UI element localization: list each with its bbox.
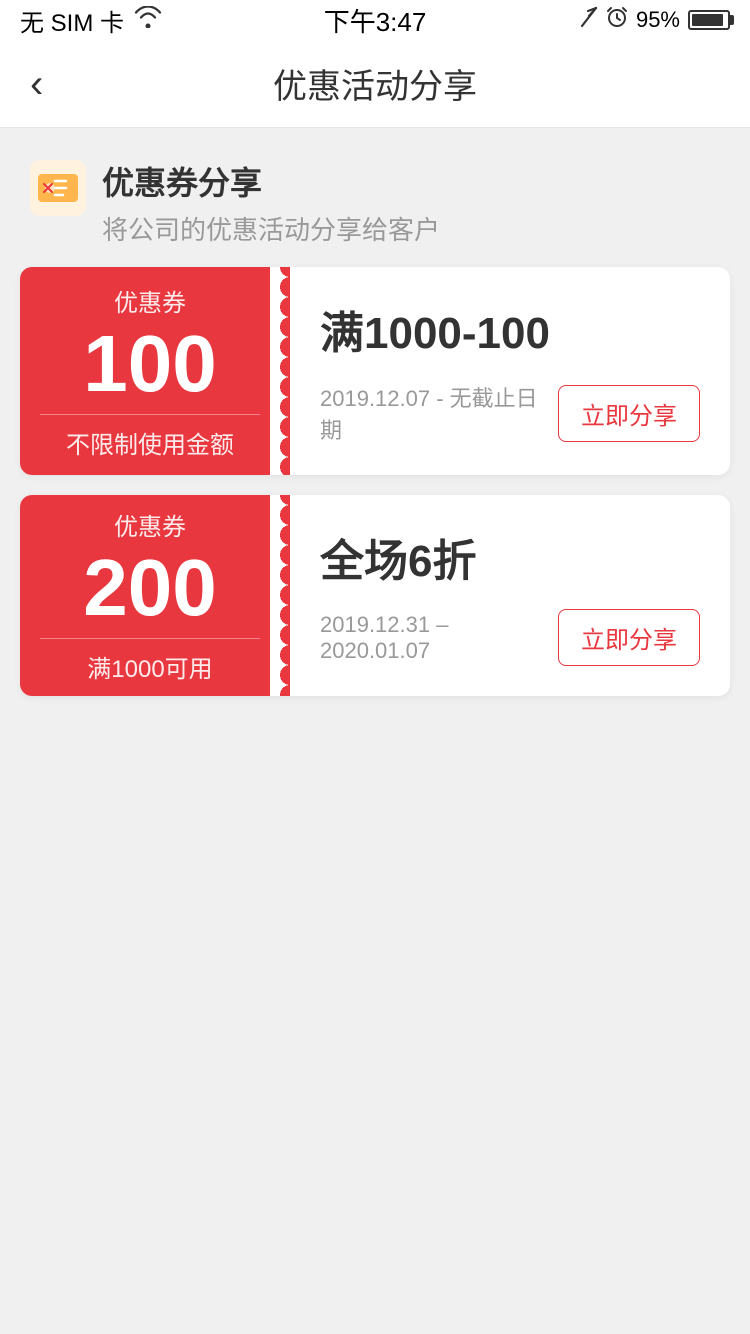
share-button-2[interactable]: 立即分享 <box>558 609 700 666</box>
battery-pct: 95% <box>636 7 680 33</box>
page-title: 优惠活动分享 <box>273 59 477 108</box>
coupon-divider-2 <box>40 638 260 639</box>
coupon-date-2: 2019.12.31 – 2020.01.07 <box>320 612 548 664</box>
alarm-icon <box>606 6 628 34</box>
back-button[interactable]: ‹ <box>30 64 43 104</box>
status-time: 下午3:47 <box>324 2 427 39</box>
coupon-condition-1: 不限制使用金额 <box>56 425 244 460</box>
status-bar: 无 SIM 卡 下午3:47 95% <box>0 0 750 40</box>
section-header: 优惠券分享 将公司的优惠活动分享给客户 <box>0 128 750 267</box>
coupon-label-1: 优惠券 <box>114 283 186 318</box>
carrier-label: 无 SIM 卡 <box>20 3 124 38</box>
battery-icon <box>688 10 730 30</box>
coupon-date-1: 2019.12.07 - 无截止日期 <box>320 381 548 445</box>
coupons-container: 优惠券 100 不限制使用金额 满1000-100 2019.12.07 - 无… <box>0 267 750 726</box>
nav-bar: ‹ 优惠活动分享 <box>0 40 750 128</box>
coupon-condition-2: 满1000可用 <box>77 649 222 684</box>
coupon-right-1: 满1000-100 2019.12.07 - 无截止日期 立即分享 <box>280 267 730 475</box>
coupon-right-2: 全场6折 2019.12.31 – 2020.01.07 立即分享 <box>280 495 730 696</box>
coupon-name-1: 满1000-100 <box>320 297 700 361</box>
coupon-left-2: 优惠券 200 满1000可用 <box>20 495 280 696</box>
section-subtitle: 将公司的优惠活动分享给客户 <box>102 210 440 247</box>
section-title: 优惠券分享 <box>102 158 440 204</box>
location-icon <box>580 6 598 34</box>
status-left: 无 SIM 卡 <box>20 3 162 38</box>
coupon-left-1: 优惠券 100 不限制使用金额 <box>20 267 280 475</box>
coupon-name-2: 全场6折 <box>320 525 700 589</box>
coupon-bottom-1: 2019.12.07 - 无截止日期 立即分享 <box>320 381 700 445</box>
status-right: 95% <box>580 6 730 34</box>
share-button-1[interactable]: 立即分享 <box>558 385 700 442</box>
bottom-fill <box>0 726 750 1276</box>
coupon-label-2: 优惠券 <box>114 507 186 542</box>
coupon-card-2: 优惠券 200 满1000可用 全场6折 2019.12.31 – 2020.0… <box>20 495 730 696</box>
coupon-share-icon <box>30 160 86 216</box>
section-text: 优惠券分享 将公司的优惠活动分享给客户 <box>102 158 440 247</box>
coupon-amount-2: 200 <box>83 548 216 628</box>
coupon-amount-1: 100 <box>83 324 216 404</box>
wifi-icon <box>134 6 162 35</box>
coupon-card-1: 优惠券 100 不限制使用金额 满1000-100 2019.12.07 - 无… <box>20 267 730 475</box>
coupon-bottom-2: 2019.12.31 – 2020.01.07 立即分享 <box>320 609 700 666</box>
coupon-divider-1 <box>40 414 260 415</box>
